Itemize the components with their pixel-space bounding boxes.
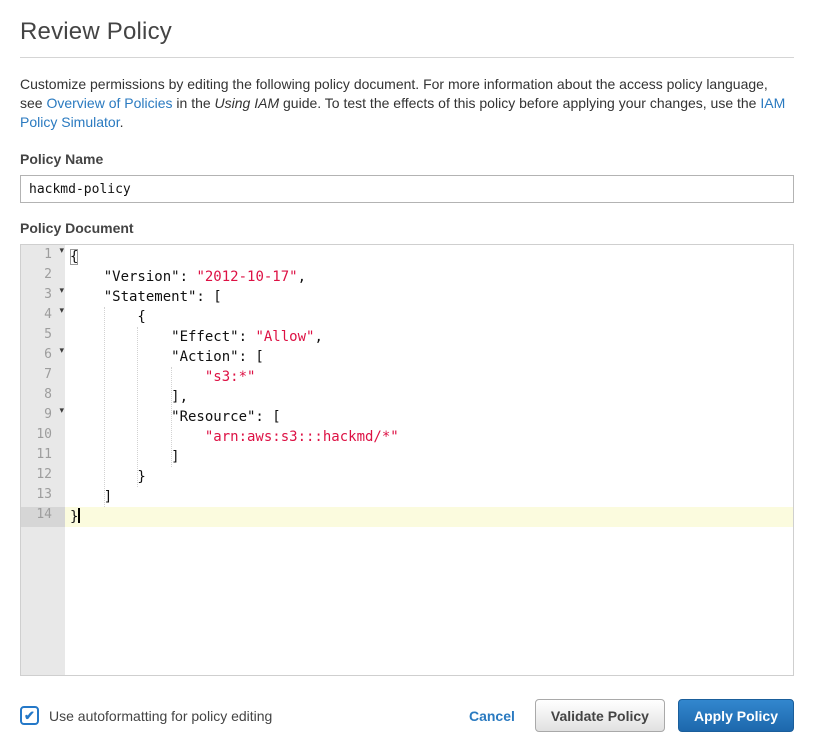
gutter-line-number: 9▾ bbox=[21, 407, 65, 427]
code-token-string: "Allow" bbox=[255, 329, 314, 345]
code-line[interactable]: "Action": [ bbox=[65, 347, 793, 367]
code-line[interactable]: "Effect": "Allow", bbox=[65, 327, 793, 347]
code-line[interactable]: "Version": "2012-10-17", bbox=[65, 267, 793, 287]
intro-text: Customize permissions by editing the fol… bbox=[20, 75, 794, 132]
gutter-line-number: 5 bbox=[21, 327, 65, 347]
fold-toggle-icon[interactable]: ▾ bbox=[59, 286, 64, 296]
action-buttons: Cancel Validate Policy Apply Policy bbox=[469, 699, 794, 732]
using-iam-guide-name: Using IAM bbox=[215, 95, 280, 111]
indent-guide bbox=[171, 367, 172, 467]
gutter-line-number: 1▾ bbox=[21, 247, 65, 267]
intro-segment: . bbox=[120, 114, 124, 130]
gutter-line-number: 7 bbox=[21, 367, 65, 387]
code-line[interactable]: "arn:aws:s3:::hackmd/*" bbox=[65, 427, 793, 447]
gutter-line-number: 12 bbox=[21, 467, 65, 487]
code-line[interactable]: ] bbox=[65, 447, 793, 467]
editor-code-area[interactable]: { "Version": "2012-10-17", "Statement": … bbox=[65, 245, 793, 675]
overview-of-policies-link[interactable]: Overview of Policies bbox=[46, 95, 172, 111]
code-token: { bbox=[70, 309, 146, 325]
text-cursor bbox=[78, 508, 80, 523]
policy-name-label: Policy Name bbox=[20, 151, 794, 167]
policy-name-input[interactable] bbox=[20, 175, 794, 203]
code-token-string: "arn:aws:s3:::hackmd/*" bbox=[205, 429, 399, 445]
code-line[interactable]: ] bbox=[65, 487, 793, 507]
code-line[interactable]: ], bbox=[65, 387, 793, 407]
code-token: "Resource": [ bbox=[70, 409, 281, 425]
indent-guide bbox=[104, 307, 105, 507]
code-token: } bbox=[70, 509, 78, 525]
code-token: , bbox=[314, 329, 322, 345]
fold-toggle-icon[interactable]: ▾ bbox=[59, 406, 64, 416]
code-token: "Version": bbox=[70, 269, 196, 285]
code-token: "Statement": [ bbox=[70, 289, 222, 305]
code-token: ] bbox=[70, 449, 180, 465]
validate-policy-button[interactable]: Validate Policy bbox=[535, 699, 665, 732]
gutter-line-number: 11 bbox=[21, 447, 65, 467]
code-line[interactable]: "Resource": [ bbox=[65, 407, 793, 427]
title-divider bbox=[20, 57, 794, 58]
gutter-line-number: 13 bbox=[21, 487, 65, 507]
code-line[interactable]: } bbox=[65, 507, 793, 527]
gutter-line-number: 3▾ bbox=[21, 287, 65, 307]
gutter-line-number: 10 bbox=[21, 427, 65, 447]
fold-toggle-icon[interactable]: ▾ bbox=[59, 306, 64, 316]
code-token: , bbox=[298, 269, 306, 285]
code-token-string: "2012-10-17" bbox=[196, 269, 297, 285]
policy-document-editor[interactable]: 1▾23▾4▾56▾789▾1011121314 { "Version": "2… bbox=[20, 244, 794, 676]
code-token: } bbox=[70, 469, 146, 485]
indent-guide bbox=[137, 327, 138, 487]
code-token: "Action": [ bbox=[70, 349, 264, 365]
autoformat-checkbox[interactable]: ✔ bbox=[20, 706, 39, 725]
gutter-line-number: 6▾ bbox=[21, 347, 65, 367]
autoformat-label: Use autoformatting for policy editing bbox=[49, 708, 272, 724]
code-line[interactable]: "Statement": [ bbox=[65, 287, 793, 307]
gutter-line-number: 8 bbox=[21, 387, 65, 407]
gutter-line-number: 14 bbox=[21, 507, 65, 527]
code-token-string: "s3:*" bbox=[205, 369, 256, 385]
intro-segment: in the bbox=[173, 95, 215, 111]
footer-actions: ✔ Use autoformatting for policy editing … bbox=[20, 699, 794, 732]
editor-gutter: 1▾23▾4▾56▾789▾1011121314 bbox=[21, 245, 65, 675]
policy-document-label: Policy Document bbox=[20, 220, 794, 236]
apply-policy-button[interactable]: Apply Policy bbox=[678, 699, 794, 732]
autoformat-option: ✔ Use autoformatting for policy editing bbox=[20, 706, 272, 725]
fold-toggle-icon[interactable]: ▾ bbox=[59, 346, 64, 356]
code-line[interactable]: { bbox=[65, 247, 793, 267]
code-line[interactable]: { bbox=[65, 307, 793, 327]
code-token: ] bbox=[70, 489, 112, 505]
cancel-link[interactable]: Cancel bbox=[469, 708, 515, 724]
code-token: { bbox=[70, 249, 78, 265]
review-policy-page: Review Policy Customize permissions by e… bbox=[0, 0, 814, 732]
intro-segment: guide. To test the effects of this polic… bbox=[279, 95, 760, 111]
gutter-line-number: 4▾ bbox=[21, 307, 65, 327]
fold-toggle-icon[interactable]: ▾ bbox=[59, 246, 64, 256]
code-token: "Effect": bbox=[70, 329, 255, 345]
page-title: Review Policy bbox=[20, 18, 794, 46]
code-line[interactable]: "s3:*" bbox=[65, 367, 793, 387]
code-line[interactable]: } bbox=[65, 467, 793, 487]
gutter-line-number: 2 bbox=[21, 267, 65, 287]
